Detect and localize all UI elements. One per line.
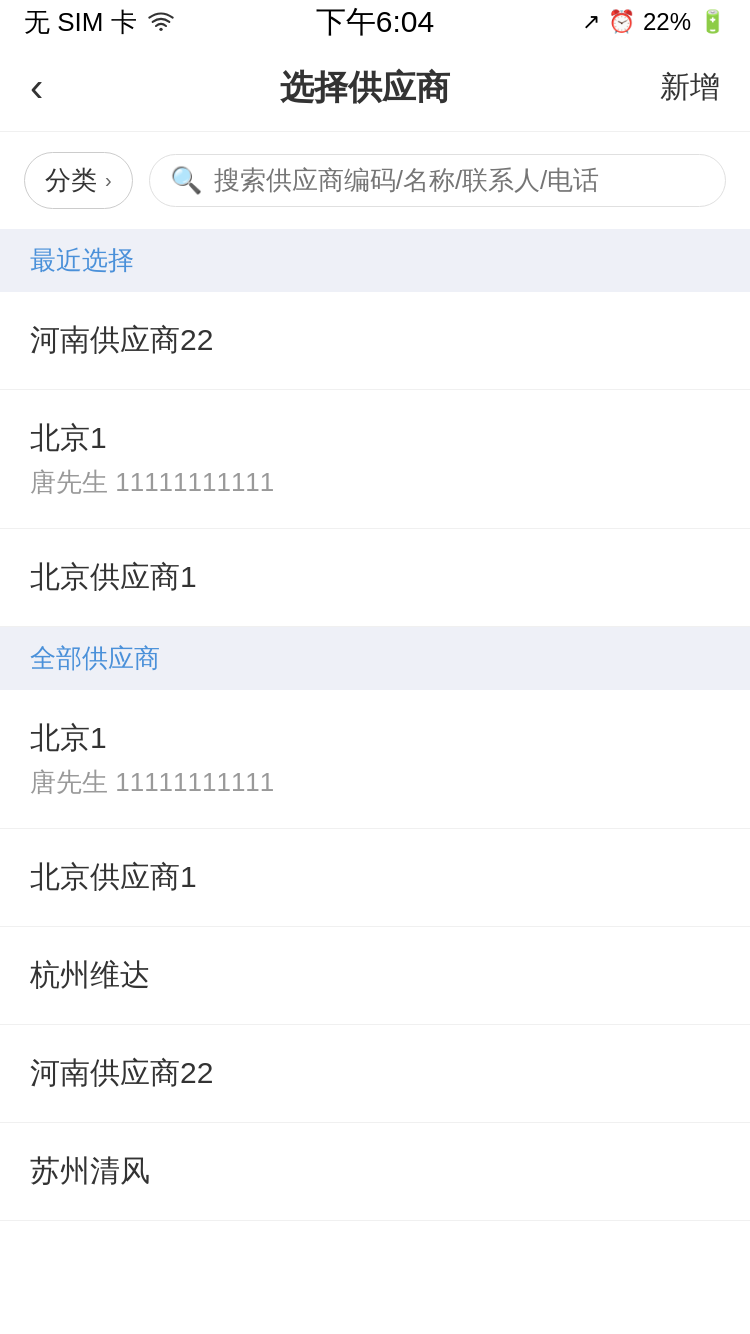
location-icon: ↗ [582,9,600,35]
list-item[interactable]: 北京1 唐先生 11111111111 [0,690,750,829]
item-sub: 唐先生 11111111111 [30,765,720,800]
item-sub: 唐先生 11111111111 [30,465,720,500]
section-header-text-all: 全部供应商 [30,643,160,673]
list-item[interactable]: 北京供应商1 [0,829,750,927]
item-name: 北京1 [30,418,720,459]
search-icon: 🔍 [170,165,202,196]
category-button[interactable]: 分类 › [24,152,133,209]
battery-label: 22% [643,8,691,36]
nav-bar: ‹ 选择供应商 新增 [0,44,750,132]
item-name: 北京1 [30,718,720,759]
chevron-right-icon: › [105,169,112,192]
item-name: 杭州维达 [30,955,720,996]
wifi-icon [147,7,175,38]
item-name: 苏州清风 [30,1151,720,1192]
status-bar: 无 SIM 卡 下午6:04 ↗ ⏰ 22% 🔋 [0,0,750,44]
carrier-label: 无 SIM 卡 [24,5,137,40]
status-time: 下午6:04 [316,2,434,43]
section-header-text-recent: 最近选择 [30,245,134,275]
search-input[interactable] [214,165,705,196]
section-header-recent: 最近选择 [0,229,750,292]
list-item[interactable]: 苏州清风 [0,1123,750,1221]
status-left: 无 SIM 卡 [24,5,175,40]
sections-container: 最近选择河南供应商22 北京1 唐先生 11111111111 北京供应商1 全部供应商… [0,229,750,1221]
category-label: 分类 [45,163,97,198]
list-item[interactable]: 河南供应商22 [0,292,750,390]
page-title: 选择供应商 [90,65,640,111]
add-button[interactable]: 新增 [640,67,720,108]
back-button[interactable]: ‹ [30,65,90,110]
battery-icon: 🔋 [699,9,726,35]
list-item[interactable]: 北京1 唐先生 11111111111 [0,390,750,529]
search-box: 🔍 [149,154,726,207]
status-right: ↗ ⏰ 22% 🔋 [582,8,726,36]
item-name: 北京供应商1 [30,557,720,598]
item-name: 河南供应商22 [30,320,720,361]
section-header-all: 全部供应商 [0,627,750,690]
alarm-icon: ⏰ [608,9,635,35]
item-name: 河南供应商22 [30,1053,720,1094]
list-item[interactable]: 杭州维达 [0,927,750,1025]
list-item[interactable]: 北京供应商1 [0,529,750,627]
list-item[interactable]: 河南供应商22 [0,1025,750,1123]
svg-point-0 [159,27,162,30]
filter-bar: 分类 › 🔍 [0,132,750,229]
item-name: 北京供应商1 [30,857,720,898]
